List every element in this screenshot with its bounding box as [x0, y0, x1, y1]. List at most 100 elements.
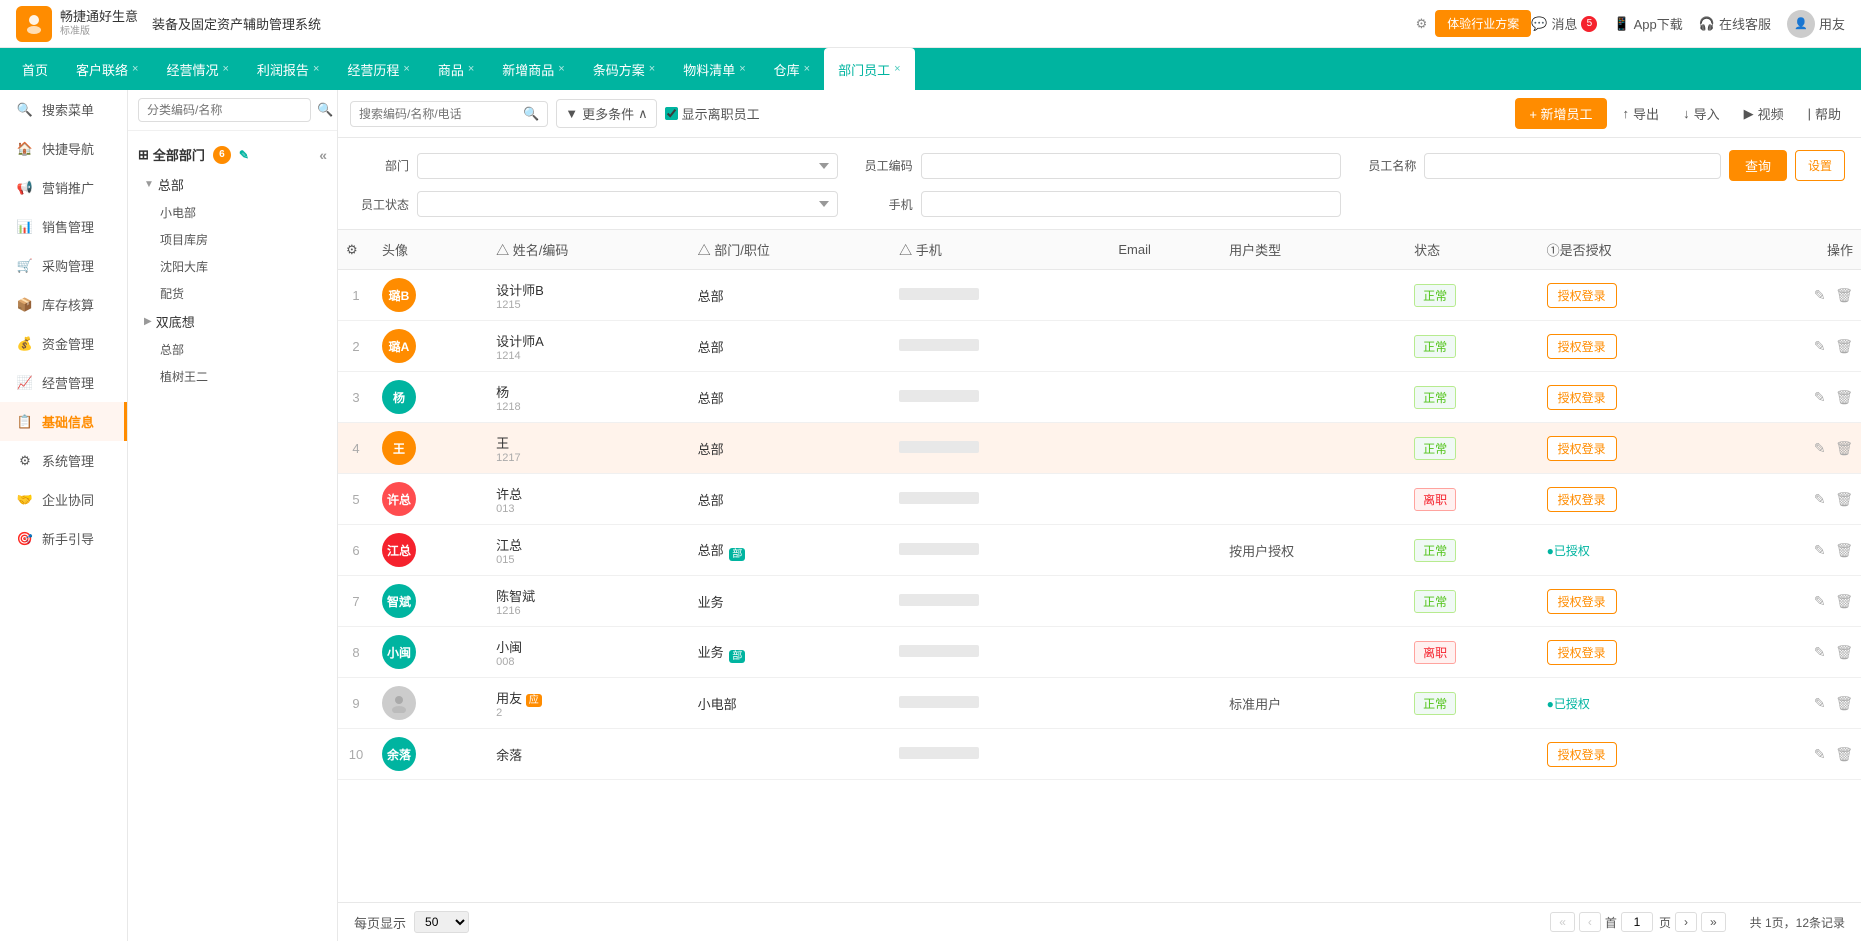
add-employee-btn[interactable]: + 新增员工: [1515, 98, 1606, 129]
edit-btn[interactable]: ✎: [1814, 746, 1826, 762]
dept-leaf-shenyangdaku[interactable]: 沈阳大库: [128, 253, 337, 280]
show-resign-checkbox[interactable]: [665, 107, 678, 120]
nav-close-icon[interactable]: ×: [468, 63, 474, 75]
dept-leaf-peihuo[interactable]: 配货: [128, 280, 337, 307]
prev-page-btn[interactable]: ‹: [1579, 912, 1601, 932]
dept-group-title-shuangdixiang[interactable]: ▶ 双底想: [128, 307, 337, 336]
experience-btn[interactable]: 体验行业方案: [1435, 10, 1531, 37]
edit-btn[interactable]: ✎: [1814, 542, 1826, 558]
auth-login-btn[interactable]: 授权登录: [1547, 640, 1617, 665]
more-filter-btn[interactable]: ▼ 更多条件 ∧: [556, 99, 656, 128]
import-btn[interactable]: ↓ 导入: [1675, 100, 1728, 127]
view-btn[interactable]: ▶ 视频: [1736, 100, 1792, 127]
edit-btn[interactable]: ✎: [1814, 389, 1826, 405]
sidebar-item-资金管理[interactable]: 💰资金管理: [0, 324, 127, 363]
app-download-btn[interactable]: 📱 App下载: [1613, 14, 1682, 33]
nav-item-部门员工[interactable]: 部门员工 ×: [824, 48, 914, 90]
delete-btn[interactable]: 🗑: [1835, 287, 1853, 303]
help-btn[interactable]: | 帮助: [1800, 100, 1849, 127]
user-area[interactable]: 👤 用友: [1787, 10, 1845, 38]
nav-item-利润报告[interactable]: 利润报告 ×: [243, 48, 333, 90]
page-input[interactable]: [1621, 912, 1653, 932]
dept-group-title-zongbu[interactable]: ▼ 总部: [128, 170, 337, 199]
dept-leaf-xiaodianbu[interactable]: 小电部: [128, 199, 337, 226]
col-dept[interactable]: △ 部门/职位: [690, 230, 891, 270]
sidebar-item-基础信息[interactable]: 📋基础信息: [0, 402, 127, 441]
search-icon[interactable]: 🔍: [523, 106, 539, 122]
sidebar-item-新手引导[interactable]: 🎯新手引导: [0, 519, 127, 558]
next-page-btn[interactable]: ›: [1675, 912, 1697, 932]
reset-btn[interactable]: 设置: [1795, 150, 1845, 181]
auth-login-btn[interactable]: 授权登录: [1547, 487, 1617, 512]
online-service-btn[interactable]: 🎧 在线客服: [1699, 14, 1771, 33]
edit-btn[interactable]: ✎: [1814, 491, 1826, 507]
sidebar-item-快捷导航[interactable]: 🏠快捷导航: [0, 129, 127, 168]
delete-btn[interactable]: 🗑: [1835, 542, 1853, 558]
query-btn[interactable]: 查询: [1729, 150, 1787, 181]
dept-leaf-zongbu[interactable]: 总部: [128, 336, 337, 363]
delete-btn[interactable]: 🗑: [1835, 644, 1853, 660]
nav-close-icon[interactable]: ×: [739, 63, 745, 75]
all-dept-header[interactable]: ⊞ 全部部门 6 ✎ «: [128, 139, 337, 170]
page-size-select[interactable]: 50 10 20 100: [414, 911, 469, 933]
edit-btn[interactable]: ✎: [1814, 644, 1826, 660]
auth-login-btn[interactable]: 授权登录: [1547, 283, 1617, 308]
delete-btn[interactable]: 🗑: [1835, 695, 1853, 711]
nav-close-icon[interactable]: ×: [804, 63, 810, 75]
dept-search-icon[interactable]: 🔍: [317, 102, 333, 118]
nav-close-icon[interactable]: ×: [222, 63, 228, 75]
search-input[interactable]: [359, 107, 519, 121]
edit-btn[interactable]: ✎: [1814, 287, 1826, 303]
auth-login-btn[interactable]: 授权登录: [1547, 385, 1617, 410]
nav-item-仓库[interactable]: 仓库 ×: [760, 48, 824, 90]
delete-btn[interactable]: 🗑: [1835, 491, 1853, 507]
nav-close-icon[interactable]: ×: [649, 63, 655, 75]
auth-login-btn[interactable]: 授权登录: [1547, 436, 1617, 461]
collapse-icon[interactable]: «: [319, 147, 327, 163]
nav-close-icon[interactable]: ×: [403, 63, 409, 75]
col-settings[interactable]: ⚙: [338, 230, 374, 270]
edit-btn[interactable]: ✎: [1814, 338, 1826, 354]
col-name[interactable]: △ 姓名/编码: [488, 230, 689, 270]
gear-button[interactable]: ⚙: [1416, 16, 1428, 32]
message-btn[interactable]: 💬 消息 5: [1531, 14, 1597, 33]
sidebar-item-采购管理[interactable]: 🛒采购管理: [0, 246, 127, 285]
delete-btn[interactable]: 🗑: [1835, 746, 1853, 762]
nav-close-icon[interactable]: ×: [558, 63, 564, 75]
sidebar-item-搜索菜单[interactable]: 🔍搜索菜单: [0, 90, 127, 129]
dept-leaf-xiangmukufang[interactable]: 项目库房: [128, 226, 337, 253]
auth-login-btn[interactable]: 授权登录: [1547, 742, 1617, 767]
nav-close-icon[interactable]: ×: [132, 63, 138, 75]
nav-item-经营情况[interactable]: 经营情况 ×: [152, 48, 242, 90]
nav-close-icon[interactable]: ×: [313, 63, 319, 75]
nav-item-客户联络[interactable]: 客户联络 ×: [62, 48, 152, 90]
first-page-btn[interactable]: «: [1550, 912, 1575, 932]
nav-item-首页[interactable]: 首页: [8, 48, 62, 90]
dept-select[interactable]: [417, 153, 838, 179]
nav-close-icon[interactable]: ×: [894, 63, 900, 75]
edit-btn[interactable]: ✎: [1814, 593, 1826, 609]
dept-leaf-zhishuwanger[interactable]: 植树王二: [128, 363, 337, 390]
export-btn[interactable]: ↑ 导出: [1615, 100, 1668, 127]
edit-dept-icon[interactable]: ✎: [239, 148, 249, 162]
emp-code-input[interactable]: [921, 153, 1342, 179]
delete-btn[interactable]: 🗑: [1835, 593, 1853, 609]
nav-item-条码方案[interactable]: 条码方案 ×: [579, 48, 669, 90]
edit-btn[interactable]: ✎: [1814, 695, 1826, 711]
show-resign-check[interactable]: 显示离职员工: [665, 104, 760, 123]
emp-name-input[interactable]: [1424, 153, 1721, 179]
nav-item-物料清单[interactable]: 物料清单 ×: [669, 48, 759, 90]
auth-login-btn[interactable]: 授权登录: [1547, 589, 1617, 614]
phone-input[interactable]: [921, 191, 1342, 217]
sidebar-item-营销推广[interactable]: 📢营销推广: [0, 168, 127, 207]
sidebar-item-库存核算[interactable]: 📦库存核算: [0, 285, 127, 324]
last-page-btn[interactable]: »: [1701, 912, 1726, 932]
nav-item-商品[interactable]: 商品 ×: [424, 48, 488, 90]
delete-btn[interactable]: 🗑: [1835, 440, 1853, 456]
nav-item-经营历程[interactable]: 经营历程 ×: [333, 48, 423, 90]
nav-item-新增商品[interactable]: 新增商品 ×: [488, 48, 578, 90]
auth-login-btn[interactable]: 授权登录: [1547, 334, 1617, 359]
delete-btn[interactable]: 🗑: [1835, 389, 1853, 405]
emp-status-select[interactable]: [417, 191, 838, 217]
sidebar-item-系统管理[interactable]: ⚙系统管理: [0, 441, 127, 480]
